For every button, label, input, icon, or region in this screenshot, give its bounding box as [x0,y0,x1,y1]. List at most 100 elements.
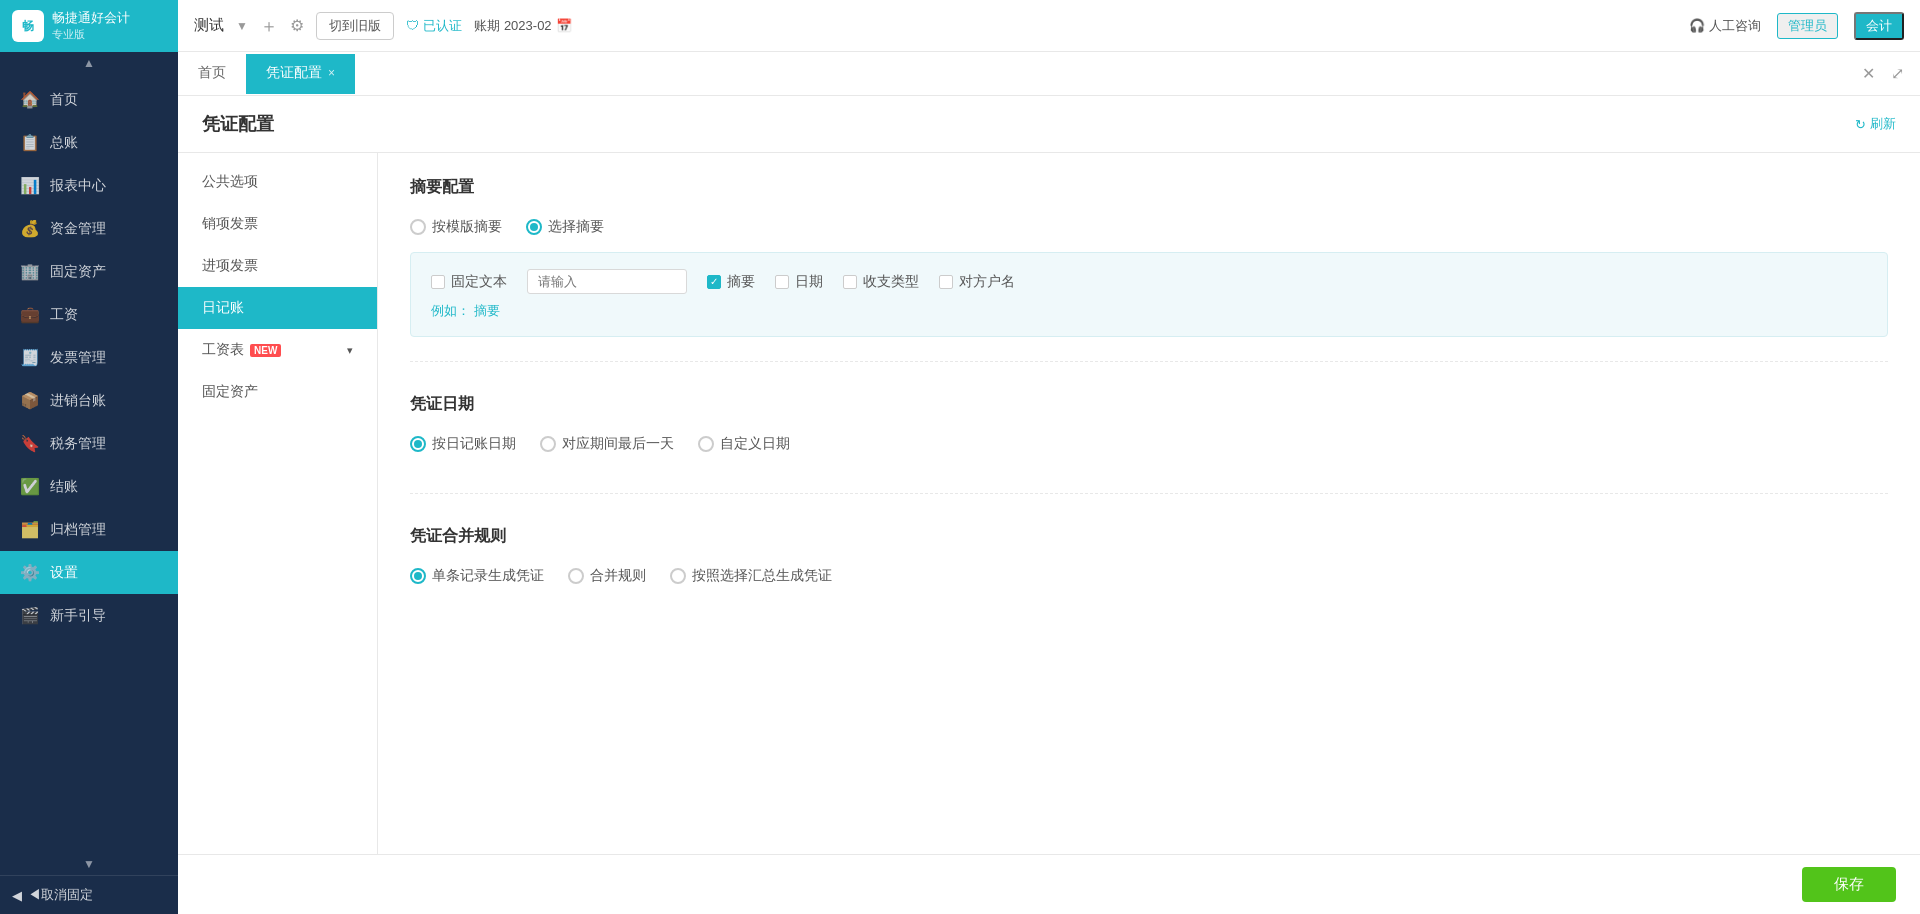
checkbox-box-payment-type [843,275,857,289]
consult-btn[interactable]: 🎧 人工咨询 [1689,17,1761,35]
tab-close-icon[interactable]: × [328,66,335,80]
radio-circle-merge-rules [568,568,584,584]
scroll-down-btn[interactable]: ▼ [0,853,178,875]
expand-btn[interactable]: ⤢ [1887,60,1908,87]
nav-item-fixed-assets[interactable]: 固定资产 [178,371,377,413]
options-row: 固定文本 ✓ 摘要 日期 [431,269,1867,294]
tabs-actions: ✕ ⤢ [1858,60,1920,87]
tab-home[interactable]: 首页 [178,54,246,94]
chevron-down-icon: ▾ [347,344,353,357]
sidebar-item-label: 新手引导 [50,607,106,625]
checkbox-date[interactable]: 日期 [775,273,823,291]
nav-item-sales-invoice[interactable]: 销项发票 [178,203,377,245]
nav-item-label: 固定资产 [202,383,258,401]
calendar-icon[interactable]: 📅 [556,18,572,33]
settings-gear-icon[interactable]: ⚙ [290,16,304,35]
tax-icon: 🔖 [20,434,40,453]
checkbox-summary[interactable]: ✓ 摘要 [707,273,755,291]
radio-label: 对应期间最后一天 [562,435,674,453]
radio-select-summary[interactable]: 选择摘要 [526,218,604,236]
nav-item-payroll[interactable]: 工资表 NEW ▾ [178,329,377,371]
reports-icon: 📊 [20,176,40,195]
radio-circle-template [410,219,426,235]
save-button[interactable]: 保存 [1802,867,1896,902]
merge-rule-section: 凭证合并规则 单条记录生成凭证 合并规则 按照选择汇总生成凭证 [410,526,1888,625]
topbar: 测试 ▼ ＋ ⚙ 切到旧版 🛡 已认证 账期 2023-02 📅 🎧 人工咨询 … [178,0,1920,52]
tabs-bar: 首页 凭证配置 × ✕ ⤢ [178,52,1920,96]
headset-icon: 🎧 [1689,18,1705,33]
radio-label: 选择摘要 [548,218,604,236]
scroll-up-btn[interactable]: ▲ [0,52,178,74]
topbar-right: 🎧 人工咨询 管理员 会计 [1689,12,1904,40]
radio-label: 按照选择汇总生成凭证 [692,567,832,585]
sidebar-item-tax[interactable]: 🔖 税务管理 [0,422,178,465]
voucher-date-title: 凭证日期 [410,394,1888,415]
nav-item-label: 公共选项 [202,173,258,191]
checkbox-label: 固定文本 [451,273,507,291]
new-badge: NEW [250,344,281,357]
sidebar-item-guide[interactable]: 🎬 新手引导 [0,594,178,637]
sidebar-item-reports[interactable]: 📊 报表中心 [0,164,178,207]
checkbox-box-summary: ✓ [707,275,721,289]
voucher-date-radio-group: 按日记账日期 对应期间最后一天 自定义日期 [410,435,1888,453]
body-layout: 公共选项 销项发票 进项发票 日记账 工资表 NEW ▾ 固定资产 [178,153,1920,854]
nav-item-label: 工资表 [202,341,244,359]
sidebar-item-salary[interactable]: 💼 工资 [0,293,178,336]
radio-label: 按模版摘要 [432,218,502,236]
close-tab-btn[interactable]: ✕ [1858,60,1879,87]
sidebar-menu: 🏠 首页 📋 总账 📊 报表中心 💰 资金管理 🏢 固定资产 💼 工资 🧾 发票… [0,74,178,853]
sidebar-item-funds[interactable]: 💰 资金管理 [0,207,178,250]
tab-voucher-config[interactable]: 凭证配置 × [246,54,355,94]
sidebar-item-assets[interactable]: 🏢 固定资产 [0,250,178,293]
radio-journal-date[interactable]: 按日记账日期 [410,435,516,453]
sidebar-item-label: 工资 [50,306,78,324]
radio-single-record[interactable]: 单条记录生成凭证 [410,567,544,585]
nav-item-purchase-invoice[interactable]: 进项发票 [178,245,377,287]
checkbox-payment-type[interactable]: 收支类型 [843,273,919,291]
sidebar-item-home[interactable]: 🏠 首页 [0,78,178,121]
right-content-area: 摘要配置 按模版摘要 选择摘要 [378,153,1920,854]
refresh-btn[interactable]: ↻ 刷新 [1855,115,1896,133]
company-dropdown-arrow[interactable]: ▼ [236,19,248,33]
cancel-fixed-btn[interactable]: ◀ ◀取消固定 [0,875,178,914]
switch-version-btn[interactable]: 切到旧版 [316,12,394,40]
radio-merge-rules[interactable]: 合并规则 [568,567,646,585]
cancel-fixed-label: ◀取消固定 [28,886,93,904]
close-accounts-icon: ✅ [20,477,40,496]
nav-item-journal[interactable]: 日记账 [178,287,377,329]
home-icon: 🏠 [20,90,40,109]
sidebar-item-close[interactable]: ✅ 结账 [0,465,178,508]
add-btn[interactable]: ＋ [260,14,278,38]
radio-custom-date[interactable]: 自定义日期 [698,435,790,453]
sidebar-item-settings[interactable]: ⚙️ 设置 [0,551,178,594]
fixed-text-input[interactable] [527,269,687,294]
sidebar-item-archive[interactable]: 🗂️ 归档管理 [0,508,178,551]
checkbox-fixed-text[interactable]: 固定文本 [431,273,507,291]
radio-circle-journal-date [410,436,426,452]
sidebar-item-invoice[interactable]: 🧾 发票管理 [0,336,178,379]
funds-icon: 💰 [20,219,40,238]
role-btn[interactable]: 会计 [1854,12,1904,40]
period-value: 2023-02 [504,18,552,33]
radio-aggregate[interactable]: 按照选择汇总生成凭证 [670,567,832,585]
checkbox-counterparty[interactable]: 对方户名 [939,273,1015,291]
sidebar-item-ledger[interactable]: 📋 总账 [0,121,178,164]
nav-item-public[interactable]: 公共选项 [178,161,377,203]
sidebar-item-label: 固定资产 [50,263,106,281]
radio-period-last-day[interactable]: 对应期间最后一天 [540,435,674,453]
nav-item-label: 进项发票 [202,257,258,275]
summary-config-section: 摘要配置 按模版摘要 选择摘要 [410,177,1888,362]
checkbox-label: 日期 [795,273,823,291]
sidebar-item-label: 首页 [50,91,78,109]
page-header: 凭证配置 ↻ 刷新 [178,96,1920,153]
checkbox-label: 对方户名 [959,273,1015,291]
page-title: 凭证配置 [202,112,274,136]
sidebar-item-trade[interactable]: 📦 进销台账 [0,379,178,422]
radio-label: 合并规则 [590,567,646,585]
refresh-label: 刷新 [1870,115,1896,133]
salary-icon: 💼 [20,305,40,324]
admin-btn[interactable]: 管理员 [1777,13,1838,39]
radio-template-summary[interactable]: 按模版摘要 [410,218,502,236]
app-name: 畅捷通好会计 [52,10,130,27]
main-content: 首页 凭证配置 × ✕ ⤢ 凭证配置 ↻ 刷新 公共选项 [178,52,1920,914]
